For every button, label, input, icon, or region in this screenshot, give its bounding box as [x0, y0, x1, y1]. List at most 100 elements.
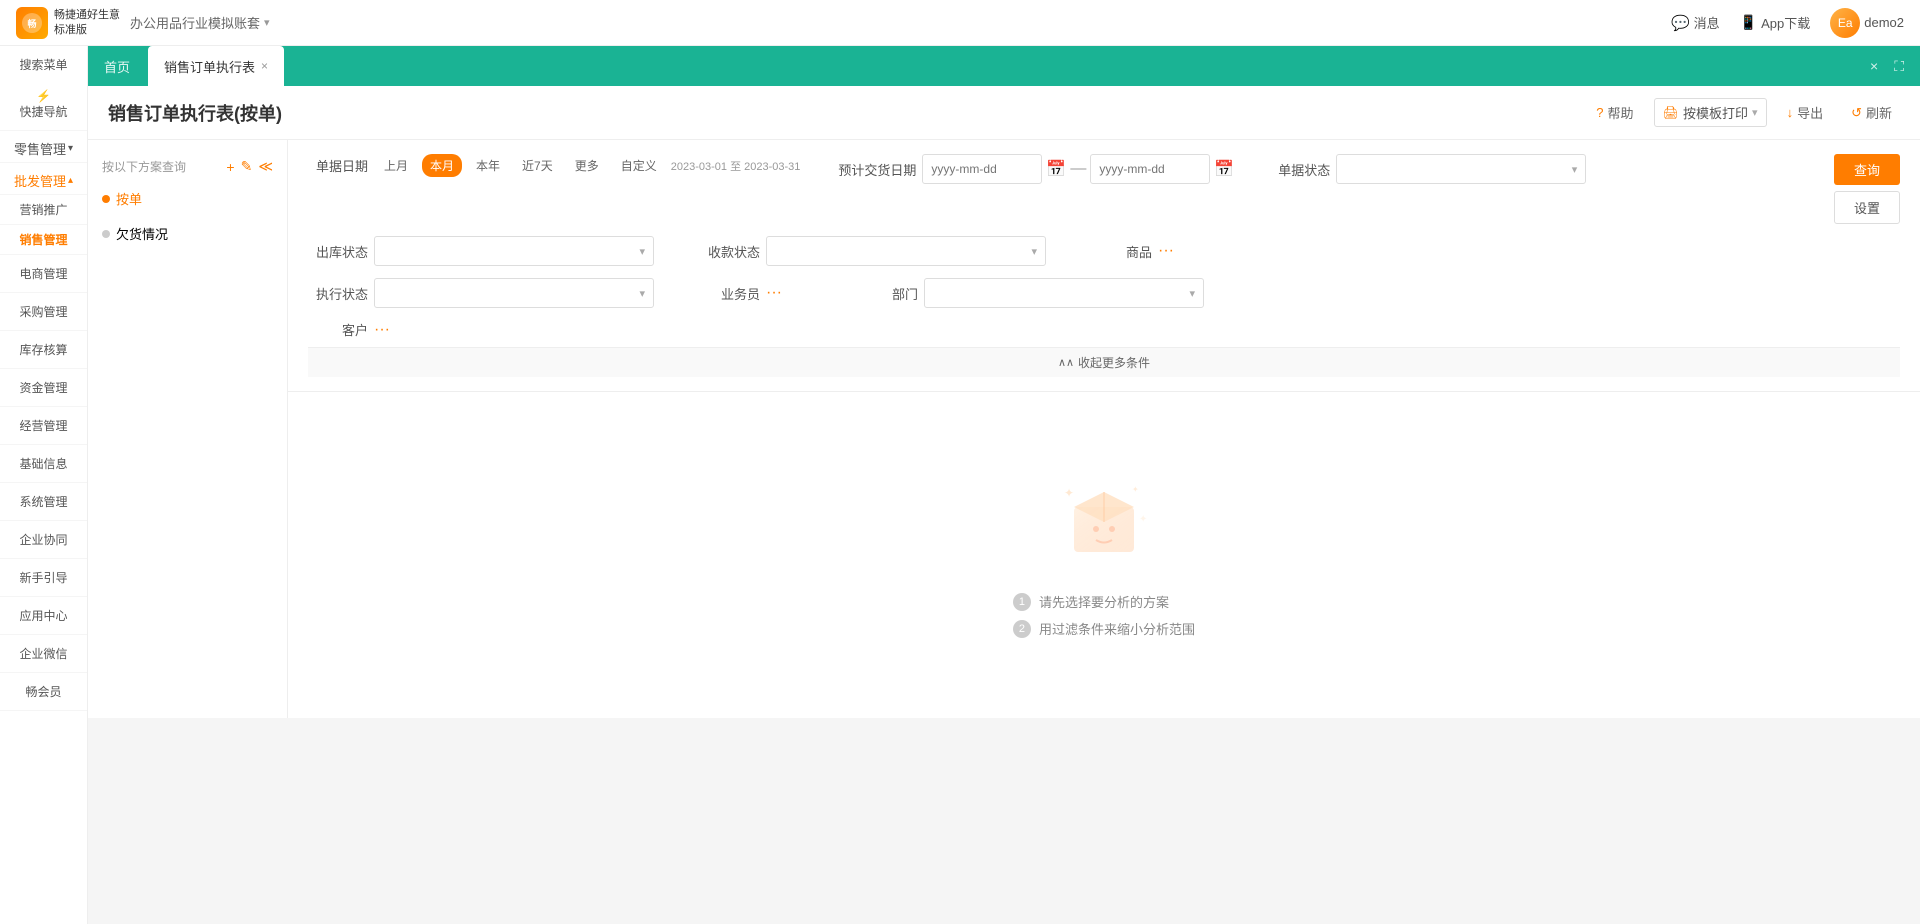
exec-status-select[interactable]: ▾	[374, 278, 654, 308]
sidebar-item-purchase[interactable]: 采购管理	[0, 293, 87, 331]
app-center-label: 应用中心	[4, 607, 83, 624]
date-this-month[interactable]: 本月	[422, 154, 462, 177]
quick-nav-icon: ⚡	[4, 89, 83, 103]
expected-date-to[interactable]	[1090, 154, 1210, 184]
sidebar-item-app-center[interactable]: 应用中心	[0, 597, 87, 635]
date-filter-group: 上月 本月 本年 近7天 更多 自定义 2023-03-01 至 2023-03…	[376, 154, 800, 177]
tab-home[interactable]: 首页	[88, 46, 146, 86]
sidebar-item-member[interactable]: 畅会员	[0, 673, 87, 711]
message-label: 消息	[1694, 13, 1720, 32]
single-status-select[interactable]: ▾	[1336, 154, 1586, 184]
ship-status-label: 出库状态	[308, 242, 368, 261]
customer-more-icon[interactable]: ···	[374, 321, 390, 339]
user-profile[interactable]: Ea demo2	[1830, 8, 1904, 38]
date-last7days[interactable]: 近7天	[514, 154, 561, 177]
sidebar-sub-sales[interactable]: 销售管理	[0, 225, 87, 255]
salesperson-more-icon[interactable]: ···	[766, 284, 782, 302]
single-status-chevron: ▾	[1572, 163, 1578, 176]
goods-more-icon[interactable]: ···	[1158, 242, 1174, 260]
expected-date-to-icon[interactable]: 📅	[1214, 159, 1234, 179]
app-download-label: App下载	[1761, 13, 1810, 32]
left-panel-collapse-icon[interactable]: ≪	[258, 158, 273, 175]
receive-status-select[interactable]: ▾	[766, 236, 1046, 266]
refresh-btn[interactable]: ↺ 刷新	[1843, 99, 1900, 126]
help-icon: ?	[1596, 105, 1603, 120]
left-panel-item-shortage[interactable]: 欠货情况	[88, 216, 287, 251]
app-title-area[interactable]: 办公用品行业模拟账套 ▾	[130, 13, 270, 32]
date-last-month[interactable]: 上月	[376, 154, 416, 177]
tab-bar: 首页 销售订单执行表 × × ⛶	[88, 46, 1920, 86]
sidebar-item-system[interactable]: 系统管理	[0, 483, 87, 521]
sidebar-item-inventory[interactable]: 库存核算	[0, 331, 87, 369]
left-panel-item2-label: 欠货情况	[116, 224, 168, 243]
set-btn[interactable]: 设置	[1834, 191, 1900, 224]
collapse-bar-text: 收起更多条件	[1078, 354, 1150, 371]
collapse-bar[interactable]: ∧∧ 收起更多条件	[308, 347, 1900, 377]
header-right: 💬 消息 📱 App下载 Ea demo2	[1671, 8, 1904, 38]
query-btn[interactable]: 查询	[1834, 154, 1900, 185]
basic-info-label: 基础信息	[4, 455, 83, 472]
wechat-label: 企业微信	[4, 645, 83, 662]
left-panel: 按以下方案查询 + ✎ ≪ 按单 欠货情况	[88, 140, 288, 718]
tab-close-icon[interactable]: ×	[261, 59, 268, 73]
help-btn[interactable]: ? 帮助	[1588, 99, 1641, 126]
content-area: 首页 销售订单执行表 × × ⛶ 销售订单执行表(按单) ? 帮助	[88, 46, 1920, 924]
left-panel-title-text: 按以下方案查询	[102, 158, 186, 175]
expected-date-from-icon[interactable]: 📅	[1046, 159, 1066, 179]
window-close-btn[interactable]: ×	[1866, 54, 1882, 78]
ship-status-chevron: ▾	[639, 245, 645, 258]
sidebar-item-guide[interactable]: 新手引导	[0, 559, 87, 597]
date-this-year[interactable]: 本年	[468, 154, 508, 177]
empty-tip-1: 1 请先选择要分析的方案	[1013, 592, 1195, 611]
svg-text:畅: 畅	[27, 18, 36, 29]
sidebar-item-enterprise[interactable]: 企业协同	[0, 521, 87, 559]
retail-chevron: ▾	[68, 143, 73, 154]
salesperson-label: 业务员	[700, 284, 760, 303]
left-panel-title: 按以下方案查询 + ✎ ≪	[88, 152, 287, 181]
tip-text-1: 请先选择要分析的方案	[1039, 592, 1169, 611]
quick-nav-label: 快捷导航	[4, 103, 83, 120]
tab-bar-actions: × ⛶	[1866, 54, 1920, 79]
ecommerce-label: 电商管理	[4, 265, 83, 282]
sidebar-item-quick-nav[interactable]: ⚡ 快捷导航	[0, 79, 87, 131]
sidebar-item-ecommerce[interactable]: 电商管理	[0, 255, 87, 293]
inventory-label: 库存核算	[4, 341, 83, 358]
ship-status-select[interactable]: ▾	[374, 236, 654, 266]
print-btn[interactable]: 🖨 按模板打印 ▾	[1654, 98, 1767, 127]
tip-num-1: 1	[1013, 593, 1031, 611]
left-panel-add-icon[interactable]: +	[226, 159, 234, 175]
sidebar-item-wholesale[interactable]: 批发管理 ▴	[0, 163, 87, 195]
sidebar-item-wechat[interactable]: 企业微信	[0, 635, 87, 673]
layout-body: 按以下方案查询 + ✎ ≪ 按单 欠货情况	[88, 140, 1920, 718]
svg-text:✦: ✦	[1139, 514, 1147, 525]
date-custom[interactable]: 自定义	[613, 154, 665, 177]
date-more[interactable]: 更多	[567, 154, 607, 177]
app-download-btn[interactable]: 📱 App下载	[1740, 13, 1811, 32]
message-icon: 💬	[1671, 14, 1690, 32]
department-chevron: ▾	[1189, 287, 1195, 300]
window-expand-btn[interactable]: ⛶	[1890, 54, 1908, 79]
retail-label: 零售管理	[14, 139, 66, 158]
wholesale-chevron: ▴	[68, 175, 73, 186]
sidebar: 搜索菜单 ⚡ 快捷导航 零售管理 ▾ 批发管理 ▴ 营销推广 销售管理 电商管理	[0, 46, 88, 924]
export-btn[interactable]: ↓ 导出	[1779, 99, 1832, 126]
tab-sales-order[interactable]: 销售订单执行表 ×	[148, 46, 284, 86]
expected-date-from[interactable]	[922, 154, 1042, 184]
app-title-dropdown-icon: ▾	[264, 16, 270, 29]
department-select[interactable]: ▾	[924, 278, 1204, 308]
sidebar-item-retail[interactable]: 零售管理 ▾	[0, 131, 87, 163]
sidebar-item-search-menu[interactable]: 搜索菜单	[0, 46, 87, 79]
svg-text:✦: ✦	[1132, 485, 1139, 494]
sidebar-item-basic-info[interactable]: 基础信息	[0, 445, 87, 483]
logo-icon: 畅	[16, 7, 48, 39]
enterprise-label: 企业协同	[4, 531, 83, 548]
sidebar-item-operations[interactable]: 经营管理	[0, 407, 87, 445]
sidebar-item-finance[interactable]: 资金管理	[0, 369, 87, 407]
left-panel-item-single[interactable]: 按单	[88, 181, 287, 216]
user-name: demo2	[1864, 15, 1904, 30]
sidebar-sub-marketing[interactable]: 营销推广	[0, 195, 87, 225]
message-btn[interactable]: 💬 消息	[1671, 13, 1720, 32]
print-label: 按模板打印	[1683, 103, 1748, 122]
guide-label: 新手引导	[4, 569, 83, 586]
left-panel-edit-icon[interactable]: ✎	[241, 158, 253, 175]
